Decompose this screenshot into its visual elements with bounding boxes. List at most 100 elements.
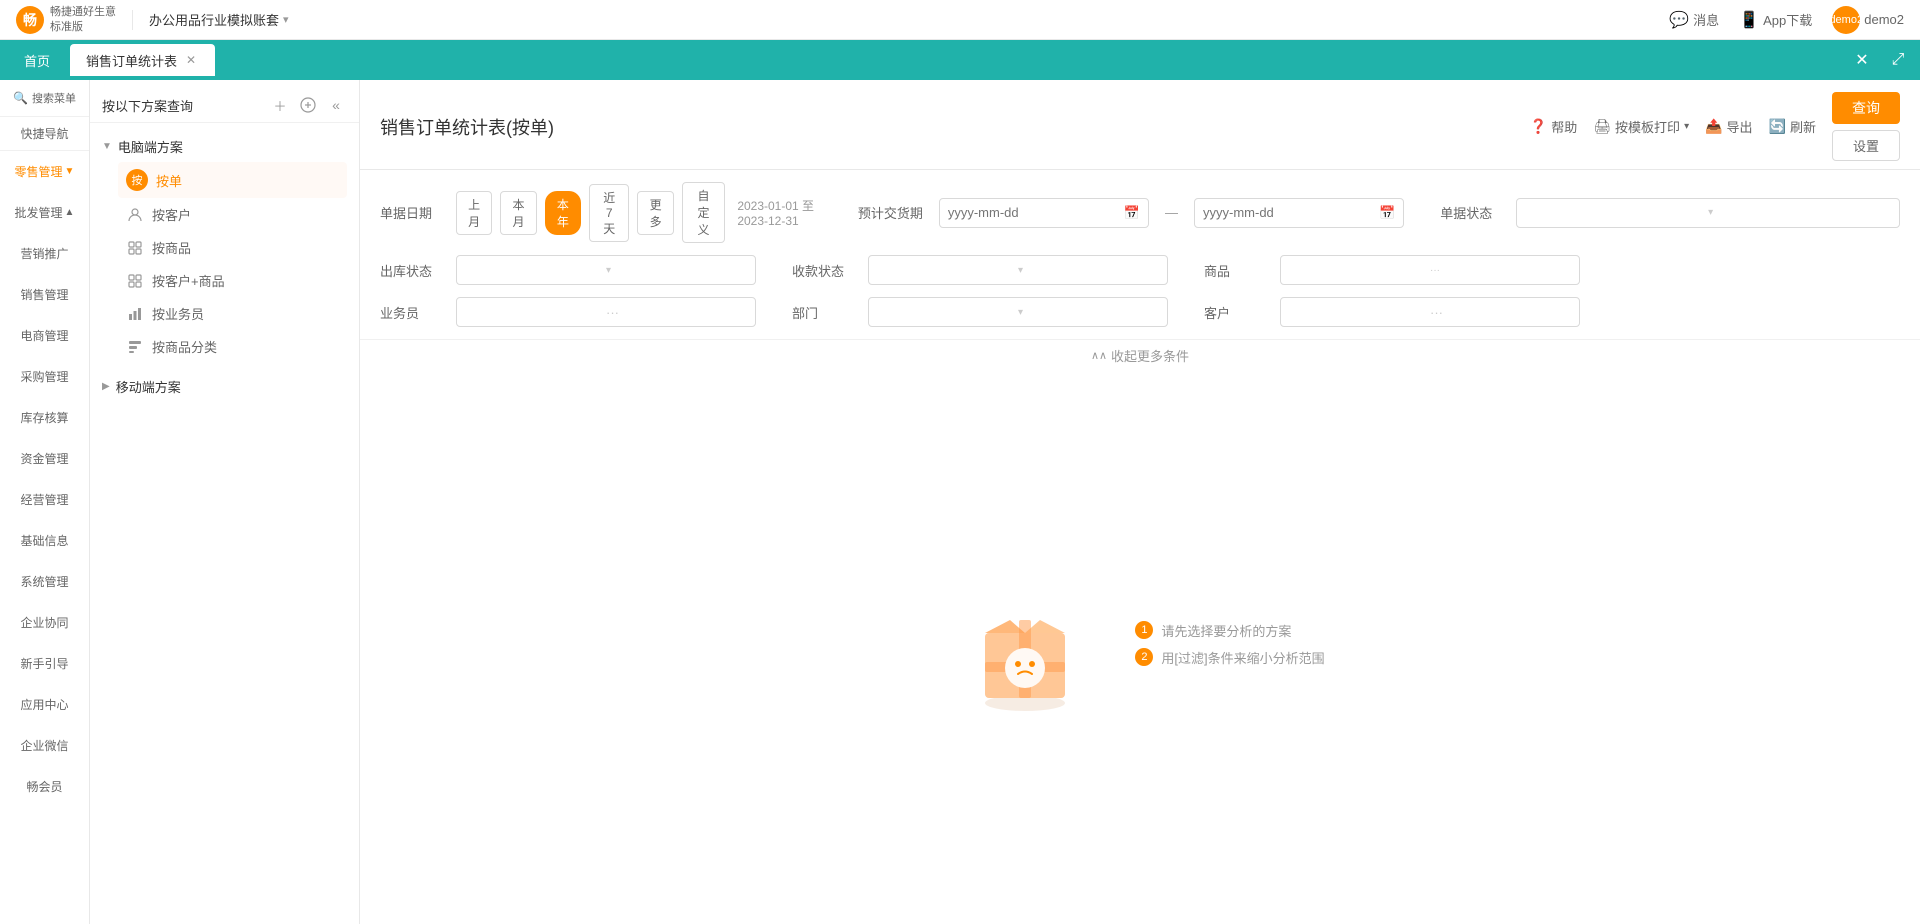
goods-more-icon[interactable]: ···: [1430, 265, 1571, 276]
help-button[interactable]: ❓ 帮助: [1530, 117, 1577, 136]
sidebar-item-members[interactable]: 畅会员: [0, 766, 89, 807]
date-label: 单据日期: [380, 203, 440, 222]
print-arrow-icon: ▾: [1684, 121, 1689, 132]
calendar-to-icon[interactable]: 📅: [1379, 205, 1395, 221]
date-btn-group: 上月 本月 本年 近7天 更多 自定义 2023-01-01 至 2023-12…: [456, 182, 822, 243]
export-button[interactable]: 📤 导出: [1705, 117, 1752, 136]
filter-inner: 单据日期 上月 本月 本年 近7天 更多 自定义 2023-01-01 至 20…: [360, 170, 1920, 339]
divider: [132, 10, 133, 30]
sidebar-item-wechat[interactable]: 企业微信: [0, 725, 89, 766]
expected-date-to[interactable]: 📅: [1194, 198, 1404, 228]
scheme-icon-customer: [126, 206, 144, 224]
active-scheme-icon: 按: [126, 169, 148, 191]
scheme-icon-cust-goods: [126, 272, 144, 290]
scheme-item-by-goods[interactable]: 按商品: [118, 231, 347, 264]
page-actions: ❓ 帮助 🖨 按模板打印 ▾ 📤 导出 🔄 刷新: [1530, 92, 1900, 161]
download-icon: 📱: [1739, 10, 1759, 30]
salesperson-select[interactable]: ···: [456, 297, 756, 327]
scheme-item-by-cust-goods[interactable]: 按客户+商品: [118, 264, 347, 297]
customer-more-icon[interactable]: ···: [1430, 305, 1571, 320]
step-2-icon: 2: [1135, 648, 1153, 666]
window-maximize-button[interactable]: ⤢: [1884, 46, 1912, 74]
tabbar: 首页 销售订单统计表 ✕ ✕ ⤢: [0, 40, 1920, 80]
sidebar-item-marketing[interactable]: 营销推广: [0, 233, 89, 274]
print-icon: 🖨: [1593, 118, 1611, 135]
sidebar-item-sales[interactable]: 销售管理: [0, 274, 89, 315]
scheme-category-title-pc[interactable]: ▼ 电脑端方案: [102, 131, 347, 162]
content-area: 按以下方案查询 ＋ « ▼ 电脑端方案: [90, 80, 1920, 924]
window-close-button[interactable]: ✕: [1848, 46, 1876, 74]
receipt-status-label: 收款状态: [792, 261, 852, 280]
empty-state: 1 请先选择要分析的方案 2 用[过滤]条件来缩小分析范围: [360, 371, 1920, 924]
scheme-item-by-order[interactable]: 按 按单: [118, 162, 347, 198]
step-1-icon: 1: [1135, 621, 1153, 639]
filter-section: 单据日期 上月 本月 本年 近7天 更多 自定义 2023-01-01 至 20…: [360, 170, 1920, 371]
calendar-from-icon[interactable]: 📅: [1124, 205, 1140, 221]
message-button[interactable]: 💬 消息: [1669, 10, 1719, 30]
sidebar-item-purchase[interactable]: 采购管理: [0, 356, 89, 397]
tab-close-icon[interactable]: ✕: [183, 52, 199, 68]
delivery-status-select[interactable]: ▾: [456, 255, 756, 285]
sidebar-item-operations[interactable]: 经营管理: [0, 479, 89, 520]
refresh-button[interactable]: 🔄 刷新: [1769, 117, 1816, 136]
topbar: 畅 畅捷通好生意 标准版 办公用品行业模拟账套 ▾ 💬 消息 📱 App下载 d…: [0, 0, 1920, 40]
doc-status-label: 单据状态: [1440, 203, 1500, 222]
print-button[interactable]: 🖨 按模板打印 ▾: [1593, 117, 1689, 136]
sidebar-item-app-center[interactable]: 应用中心: [0, 684, 89, 725]
scheme-item-by-salesperson[interactable]: 按业务员: [118, 297, 347, 330]
left-panel: 按以下方案查询 ＋ « ▼ 电脑端方案: [90, 80, 360, 924]
last-month-btn[interactable]: 上月: [456, 191, 492, 235]
expected-date-from[interactable]: 📅: [939, 198, 1149, 228]
left-panel-icons: ＋ «: [269, 94, 347, 116]
user-menu[interactable]: demo2 demo2: [1832, 6, 1904, 34]
sidebar-item-basic[interactable]: 基础信息: [0, 520, 89, 561]
scheme-item-by-category[interactable]: 按商品分类: [118, 330, 347, 363]
logo-text: 畅捷通好生意 标准版: [50, 5, 116, 34]
edit-scheme-button[interactable]: [297, 94, 319, 116]
customer-select[interactable]: ···: [1280, 297, 1580, 327]
collapse-panel-button[interactable]: «: [325, 94, 347, 116]
this-year-btn[interactable]: 本年: [545, 191, 581, 235]
doc-status-select[interactable]: ▾: [1516, 198, 1900, 228]
more-btn[interactable]: 更多: [637, 191, 673, 235]
custom-btn[interactable]: 自定义: [682, 182, 726, 243]
empty-content: 1 请先选择要分析的方案 2 用[过滤]条件来缩小分析范围: [955, 578, 1324, 718]
scheme-item-by-customer[interactable]: 按客户: [118, 198, 347, 231]
sidebar-item-ecommerce[interactable]: 电商管理: [0, 315, 89, 356]
sidebar-item-enterprise[interactable]: 企业协同: [0, 602, 89, 643]
department-select[interactable]: ▾: [868, 297, 1168, 327]
add-scheme-button[interactable]: ＋: [269, 94, 291, 116]
app-download-button[interactable]: 📱 App下载: [1739, 10, 1812, 30]
goods-select[interactable]: ···: [1280, 255, 1580, 285]
sidebar-item-retail[interactable]: 零售管理 ▼: [0, 151, 89, 192]
salesperson-more-icon[interactable]: ···: [606, 305, 747, 320]
expected-date-label: 预计交货期: [858, 203, 923, 222]
sidebar-search[interactable]: 🔍 搜索菜单: [0, 80, 89, 117]
expected-date-to-input[interactable]: [1203, 205, 1379, 220]
empty-step-1: 1 请先选择要分析的方案: [1135, 621, 1324, 640]
arrow-icon: ▼: [65, 166, 75, 177]
this-month-btn[interactable]: 本月: [500, 191, 536, 235]
last-7days-btn[interactable]: 近7天: [589, 184, 629, 242]
scheme-category-title-mobile[interactable]: ▶ 移动端方案: [102, 371, 347, 402]
sidebar-item-finance[interactable]: 资金管理: [0, 438, 89, 479]
empty-illustration: [955, 578, 1095, 718]
sidebar-item-inventory[interactable]: 库存核算: [0, 397, 89, 438]
window-title[interactable]: 办公用品行业模拟账套 ▾: [149, 10, 289, 29]
expected-date-from-input[interactable]: [948, 205, 1124, 220]
sidebar-item-wholesale[interactable]: 批发管理 ▲: [0, 192, 89, 233]
query-button[interactable]: 查询: [1832, 92, 1900, 124]
tab-sales-order-stat[interactable]: 销售订单统计表 ✕: [70, 44, 215, 76]
department-chevron-icon: ▾: [1018, 307, 1159, 318]
sidebar-item-newbie[interactable]: 新手引导: [0, 643, 89, 684]
collapse-filter-button[interactable]: ∧∧ 收起更多条件: [360, 339, 1920, 371]
scheme-category-mobile: ▶ 移动端方案: [90, 367, 359, 406]
customer-label: 客户: [1204, 303, 1264, 322]
setting-button[interactable]: 设置: [1832, 130, 1900, 161]
sidebar-quick-nav[interactable]: 快捷导航: [0, 117, 89, 151]
tab-home[interactable]: 首页: [8, 44, 66, 76]
receipt-status-select[interactable]: ▾: [868, 255, 1168, 285]
sidebar-item-system[interactable]: 系统管理: [0, 561, 89, 602]
page-title: 销售订单统计表(按单): [380, 114, 554, 140]
scheme-icon-goods: [126, 239, 144, 257]
